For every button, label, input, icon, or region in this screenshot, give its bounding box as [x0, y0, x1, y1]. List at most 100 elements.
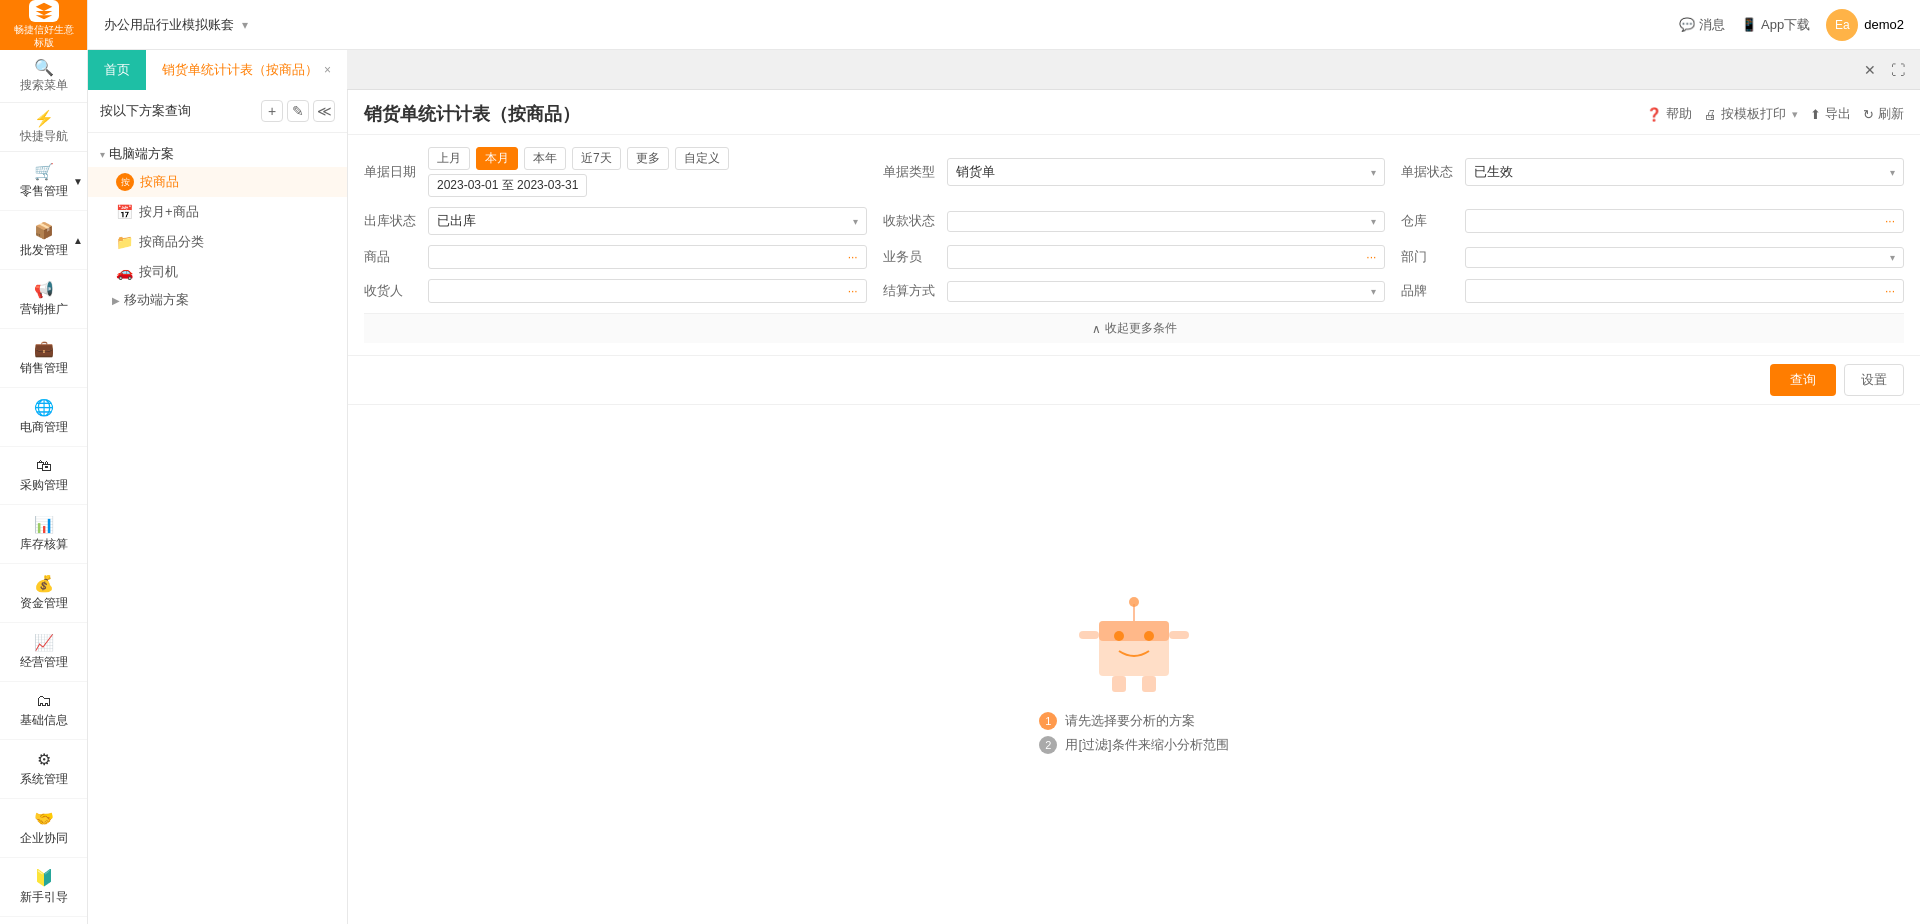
empty-state: 1 请先选择要分析的方案 2 用[过滤]条件来缩小分析范围 — [348, 405, 1920, 924]
pay-status-select[interactable]: ▾ — [947, 211, 1386, 232]
date-range-display: 2023-03-01 至 2023-03-31 — [428, 174, 587, 197]
date-this-year[interactable]: 本年 — [524, 147, 566, 170]
base-label: 基础信息 — [20, 712, 68, 729]
user-name: demo2 — [1864, 17, 1904, 32]
sidebar-item-operations[interactable]: 📈 经营管理 — [0, 623, 87, 682]
tree-item-by-goods[interactable]: 按 按商品 — [88, 167, 347, 197]
tab-maximize-button[interactable]: ⛶ — [1888, 60, 1908, 80]
refresh-button[interactable]: ↻ 刷新 — [1863, 105, 1904, 123]
filter-settlement-item: 结算方式 ▾ — [883, 279, 1386, 303]
tab-close-window-button[interactable]: ✕ — [1860, 60, 1880, 80]
sidebar-item-inventory[interactable]: 📊 库存核算 — [0, 505, 87, 564]
message-button[interactable]: 💬 消息 — [1679, 16, 1725, 34]
sidebar-item-apps[interactable]: 🔲 应用中心 — [0, 917, 87, 924]
date-7days[interactable]: 近7天 — [572, 147, 621, 170]
edit-scheme-button[interactable]: ✎ — [287, 100, 309, 122]
date-more[interactable]: 更多 — [627, 147, 669, 170]
receiver-select[interactable]: ··· — [428, 279, 867, 303]
department-select[interactable]: ▾ — [1465, 247, 1904, 268]
tab-home[interactable]: 首页 — [88, 50, 146, 90]
date-control-group: 上月 本月 本年 近7天 更多 自定义 2023-03-01 至 2023-03… — [428, 147, 867, 197]
export-label: 导出 — [1825, 105, 1851, 123]
print-label: 按模板打印 — [1721, 105, 1786, 123]
sidebar-item-wholesale[interactable]: 📦 批发管理 ▲ — [0, 211, 87, 270]
app-subtitle: 标版 — [34, 36, 54, 50]
tree-group-mobile[interactable]: ▶ 移动端方案 — [88, 287, 347, 313]
sidebar-item-search[interactable]: 🔍 搜索菜单 — [0, 50, 87, 103]
guide-icon: 🔰 — [34, 868, 54, 887]
settings-button[interactable]: 设置 — [1844, 364, 1904, 396]
goods-select[interactable]: ··· — [428, 245, 867, 269]
stock-out-label: 出库状态 — [364, 212, 420, 230]
sidebar-item-marketing[interactable]: 📢 营销推广 — [0, 270, 87, 329]
left-panel-header: 按以下方案查询 + ✎ ≪ — [88, 90, 347, 133]
sidebar-item-corp[interactable]: 🤝 企业协同 — [0, 799, 87, 858]
page-title: 销货单统计计表（按商品） — [364, 102, 580, 126]
topbar-dropdown-icon[interactable]: ▾ — [242, 18, 248, 32]
export-button[interactable]: ⬆ 导出 — [1810, 105, 1851, 123]
ecom-icon: 🌐 — [34, 398, 54, 417]
tree-section: ▾ 电脑端方案 按 按商品 📅 按月+商品 📁 按商品分类 🚗 — [88, 133, 347, 321]
left-panel: 按以下方案查询 + ✎ ≪ ▾ 电脑端方案 按 按商品 📅 — [88, 90, 348, 924]
add-scheme-button[interactable]: + — [261, 100, 283, 122]
help-button[interactable]: ❓ 帮助 — [1646, 105, 1692, 123]
sidebar-item-base[interactable]: 🗂 基础信息 — [0, 682, 87, 740]
filter-warehouse-item: 仓库 ··· — [1401, 207, 1904, 235]
sidebar-item-guide[interactable]: 🔰 新手引导 — [0, 858, 87, 917]
sidebar-item-finance[interactable]: 💰 资金管理 — [0, 564, 87, 623]
pay-status-arrow: ▾ — [1371, 216, 1376, 227]
doc-type-arrow: ▾ — [1371, 167, 1376, 178]
sidebar-item-purchase[interactable]: 🛍 采购管理 — [0, 447, 87, 505]
sidebar-item-retail[interactable]: 🛒 零售管理 ▼ — [0, 152, 87, 211]
brand-dots: ··· — [1885, 284, 1895, 298]
refresh-icon: ↻ — [1863, 107, 1874, 122]
page-header: 销货单统计计表（按商品） ❓ 帮助 🖨 按模板打印 ▾ ⬆ 导出 — [348, 90, 1920, 135]
receiver-label: 收货人 — [364, 282, 420, 300]
query-button[interactable]: 查询 — [1770, 364, 1836, 396]
sidebar-item-system[interactable]: ⚙ 系统管理 — [0, 740, 87, 799]
stock-out-select[interactable]: 已出库 ▾ — [428, 207, 867, 235]
system-label: 系统管理 — [20, 771, 68, 788]
doc-type-select[interactable]: 销货单 ▾ — [947, 158, 1386, 186]
settlement-arrow: ▾ — [1371, 286, 1376, 297]
tree-item-by-month-goods[interactable]: 📅 按月+商品 — [88, 197, 347, 227]
salesman-label: 业务员 — [883, 248, 939, 266]
salesman-select[interactable]: ··· — [947, 245, 1386, 269]
sidebar-search-label: 搜索菜单 — [6, 77, 81, 94]
sidebar-item-quick-nav[interactable]: ⚡ 快捷导航 — [0, 103, 87, 152]
user-profile[interactable]: Ea demo2 — [1826, 9, 1904, 41]
tab-close-button[interactable]: × — [324, 63, 331, 77]
sidebar-item-sales[interactable]: 💼 销售管理 — [0, 329, 87, 388]
date-this-month[interactable]: 本月 — [476, 147, 518, 170]
retail-label: 零售管理 — [20, 183, 68, 200]
sidebar-item-ecom[interactable]: 🌐 电商管理 — [0, 388, 87, 447]
app-download-button[interactable]: 📱 App下载 — [1741, 16, 1810, 34]
filter-pay-status-item: 收款状态 ▾ — [883, 207, 1386, 235]
pay-status-label: 收款状态 — [883, 212, 939, 230]
workspace-title: 办公用品行业模拟账套 — [104, 16, 234, 34]
svg-rect-6 — [1112, 676, 1126, 692]
print-button-group[interactable]: 🖨 按模板打印 ▾ — [1704, 105, 1798, 123]
tree-group-pc[interactable]: ▾ 电脑端方案 — [88, 141, 347, 167]
date-custom[interactable]: 自定义 — [675, 147, 729, 170]
tree-item-by-category[interactable]: 📁 按商品分类 — [88, 227, 347, 257]
warehouse-select[interactable]: ··· — [1465, 209, 1904, 233]
step-2-number: 2 — [1039, 736, 1057, 754]
tree-item-by-driver[interactable]: 🚗 按司机 — [88, 257, 347, 287]
message-label: 消息 — [1699, 16, 1725, 34]
tab-home-label: 首页 — [104, 61, 130, 79]
guide-label: 新手引导 — [20, 889, 68, 906]
filter-date-item: 单据日期 上月 本月 本年 近7天 更多 自定义 2023-03-01 至 20… — [364, 147, 867, 197]
doc-status-select[interactable]: 已生效 ▾ — [1465, 158, 1904, 186]
date-last-month[interactable]: 上月 — [428, 147, 470, 170]
tab-active[interactable]: 销货单统计计表（按商品） × — [146, 50, 347, 90]
filter-salesman-item: 业务员 ··· — [883, 245, 1386, 269]
collapse-panel-button[interactable]: ≪ — [313, 100, 335, 122]
goods-scheme-icon: 按 — [116, 173, 134, 191]
doc-status-label: 单据状态 — [1401, 163, 1457, 181]
svg-rect-5 — [1169, 631, 1189, 639]
settlement-select[interactable]: ▾ — [947, 281, 1386, 302]
brand-select[interactable]: ··· — [1465, 279, 1904, 303]
collapse-filter-button[interactable]: ∧ 收起更多条件 — [364, 313, 1904, 343]
tree-group-arrow-pc: ▾ — [100, 149, 105, 160]
